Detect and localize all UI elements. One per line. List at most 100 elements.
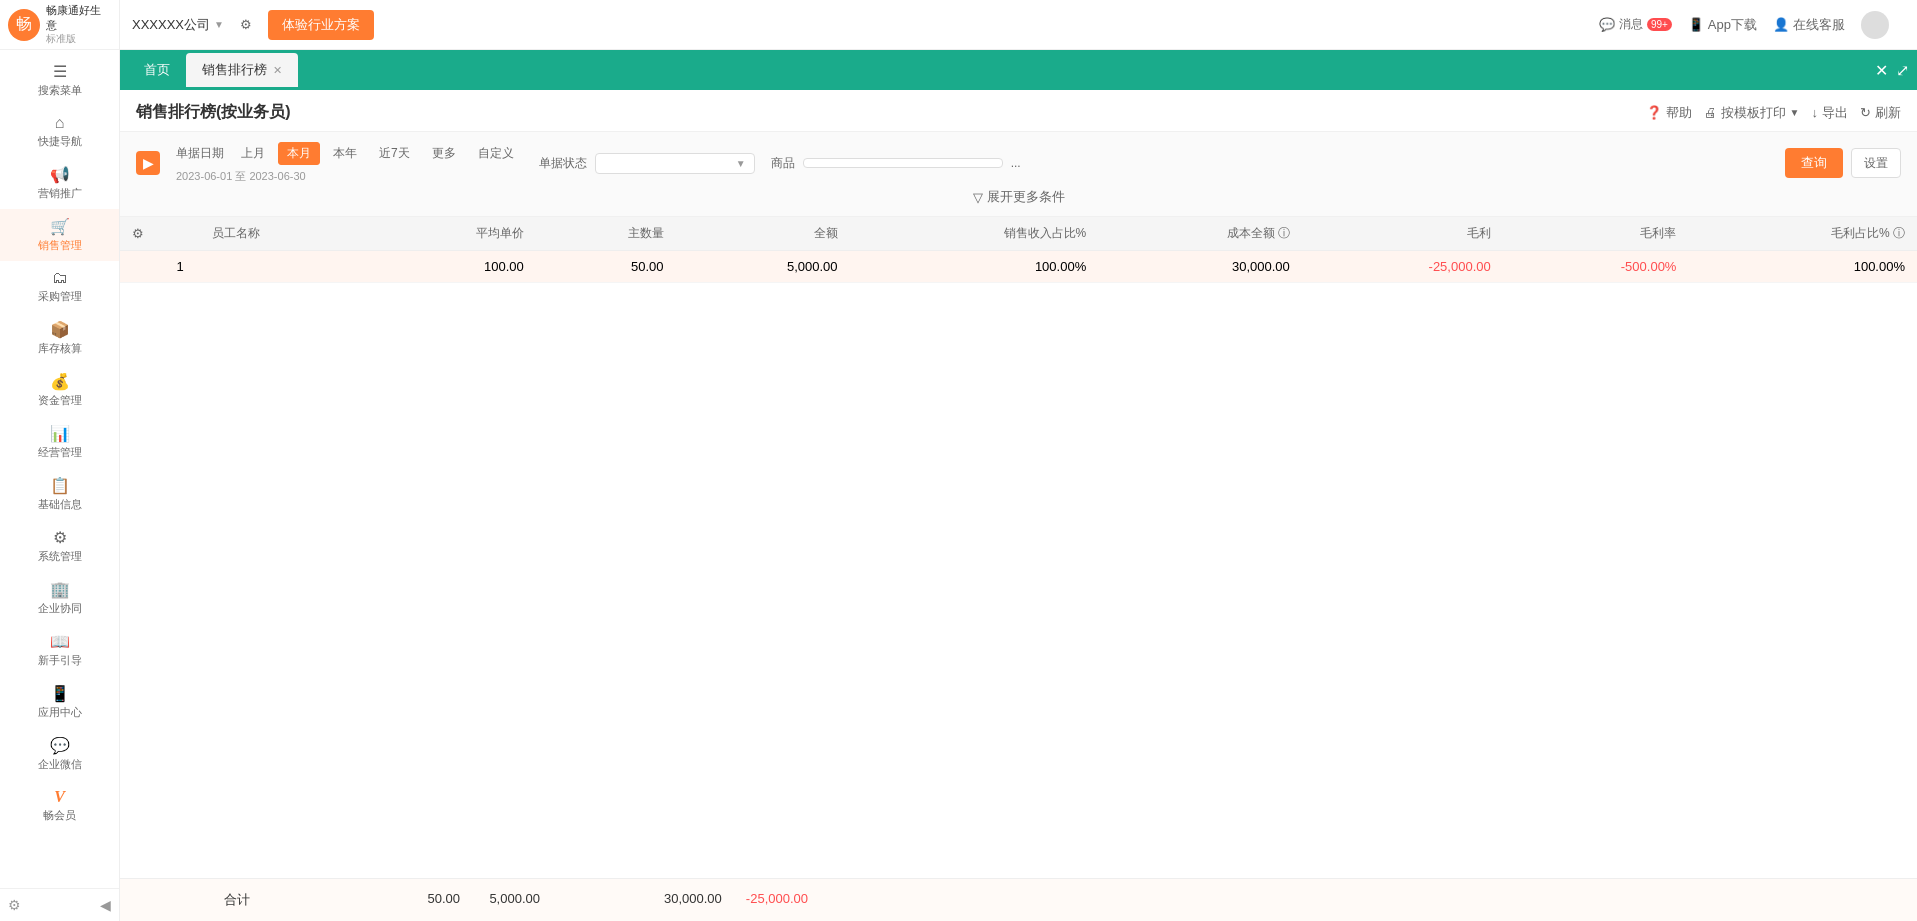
logo-line2: 标准版 [46, 32, 111, 46]
sidebar-item-member[interactable]: V 畅会员 [0, 780, 119, 831]
company-selector[interactable]: XXXXXX公司 ▼ [132, 16, 224, 34]
status-label: 单据状态 [539, 155, 587, 172]
online-service-label: 在线客服 [1793, 16, 1845, 34]
sidebar-item-quick-nav[interactable]: ⌂ 快捷导航 [0, 106, 119, 157]
app-download-label: App下载 [1708, 16, 1757, 34]
page-header: 销售排行榜(按业务员) ❓ 帮助 🖨 按模板打印 ▼ ↓ 导出 [120, 90, 1917, 132]
cell-main-qty: 50.00 [536, 251, 676, 283]
refresh-label: 刷新 [1875, 104, 1901, 122]
goods-input[interactable] [803, 158, 1003, 168]
settings-gear-icon: ⚙ [240, 17, 252, 32]
col-avg-price: 平均单价 [368, 217, 536, 251]
help-label: 帮助 [1666, 104, 1692, 122]
experience-button[interactable]: 体验行业方案 [268, 10, 374, 40]
table-area: ⚙ 员工名称 平均单价 主数量 全额 销售收入占比% 成本全额 ⓘ 毛利 毛利率… [120, 217, 1917, 878]
sidebar-nav: ☰ 搜索菜单 ⌂ 快捷导航 📢 营销推广 🛒 销售管理 🗂 采购管理 📦 库存核… [0, 50, 119, 888]
date-btn-last-month[interactable]: 上月 [232, 142, 274, 165]
help-btn[interactable]: ❓ 帮助 [1646, 104, 1692, 122]
sidebar-item-guide[interactable]: 📖 新手引导 [0, 624, 119, 676]
tab-close-icon[interactable]: ✕ [273, 65, 282, 76]
logo-icon: 畅 [8, 9, 40, 41]
date-btn-last-7days[interactable]: 近7天 [370, 142, 419, 165]
company-chevron-icon: ▼ [214, 19, 224, 30]
sidebar-item-base-info[interactable]: 📋 基础信息 [0, 468, 119, 520]
date-btn-this-month[interactable]: 本月 [278, 142, 320, 165]
export-btn[interactable]: ↓ 导出 [1812, 104, 1849, 122]
col-cost: 成本全额 ⓘ [1098, 217, 1302, 251]
sidebar-collapse-icon[interactable]: ◀ [100, 897, 111, 913]
app-download-group[interactable]: 📱 App下载 [1688, 16, 1757, 34]
settings-icon[interactable]: ⚙ [132, 226, 144, 241]
purchase-icon: 🗂 [52, 269, 68, 287]
marketing-icon: 📢 [50, 165, 70, 184]
header-settings-btn[interactable]: ⚙ [232, 11, 260, 39]
cell-settings [120, 251, 160, 283]
wechat-icon: 💬 [50, 736, 70, 755]
tab-close-all-icon[interactable]: ✕ [1875, 61, 1888, 80]
template-print-btn[interactable]: 🖨 按模板打印 ▼ [1704, 104, 1800, 122]
date-btn-this-year[interactable]: 本年 [324, 142, 366, 165]
table-header-row: ⚙ 员工名称 平均单价 主数量 全额 销售收入占比% 成本全额 ⓘ 毛利 毛利率… [120, 217, 1917, 251]
col-amount: 全额 [676, 217, 850, 251]
cell-gross-rate: -500.00% [1503, 251, 1689, 283]
help-icon: ❓ [1646, 105, 1662, 120]
cell-gross-ratio: 100.00% [1688, 251, 1917, 283]
date-quick-btns: 上月 本月 本年 近7天 更多 自定义 [232, 142, 523, 165]
query-button[interactable]: 查询 [1785, 148, 1843, 178]
system-icon: ⚙ [53, 528, 67, 547]
finance-icon: 💰 [50, 372, 70, 391]
footer-main-qty: 50.00 [392, 887, 472, 913]
cell-amount: 5,000.00 [676, 251, 850, 283]
footer-settings-spacer [132, 887, 172, 913]
service-icon: 👤 [1773, 17, 1789, 32]
cell-avg-price: 100.00 [368, 251, 536, 283]
bottom-settings-icon[interactable]: ⚙ [8, 897, 21, 913]
sidebar-item-enterprise[interactable]: 🏢 企业协同 [0, 572, 119, 624]
print-icon: 🖨 [1704, 105, 1717, 120]
refresh-icon: ↻ [1860, 105, 1871, 120]
sidebar-item-finance[interactable]: 💰 资金管理 [0, 364, 119, 416]
col-rank [160, 217, 200, 251]
col-settings[interactable]: ⚙ [120, 217, 160, 251]
sidebar: 畅 畅康通好生意 标准版 ☰ 搜索菜单 ⌂ 快捷导航 📢 营销推广 🛒 销售管理… [0, 0, 120, 921]
content-area: 销售排行榜(按业务员) ❓ 帮助 🖨 按模板打印 ▼ ↓ 导出 [120, 90, 1917, 921]
sidebar-item-operations[interactable]: 📊 经营管理 [0, 416, 119, 468]
date-filter-row: 单据日期 上月 本月 本年 近7天 更多 自定义 [176, 142, 523, 165]
tab-sales-ranking[interactable]: 销售排行榜 ✕ [186, 53, 298, 87]
col-gross-rate: 毛利率 [1503, 217, 1689, 251]
search-orders-icon: ☰ [53, 62, 67, 81]
status-select[interactable]: ▼ [595, 153, 755, 174]
status-chevron-icon: ▼ [736, 158, 746, 169]
expand-more-btn[interactable]: ▽ 展开更多条件 [973, 188, 1065, 206]
expand-icon: ▽ [973, 190, 983, 205]
tabs-bar: 首页 销售排行榜 ✕ ✕ ⤢ [120, 50, 1917, 90]
footer-gross: -25,000.00 [734, 887, 820, 913]
sidebar-item-purchase[interactable]: 🗂 采购管理 [0, 261, 119, 312]
expand-label: 展开更多条件 [987, 188, 1065, 206]
more-filter-btn[interactable]: ... [1011, 156, 1021, 170]
sidebar-item-sales[interactable]: 🛒 销售管理 [0, 209, 119, 261]
filter-expand-btn[interactable]: ▶ [136, 151, 160, 175]
online-service-group[interactable]: 👤 在线客服 [1773, 16, 1845, 34]
sidebar-item-wechat[interactable]: 💬 企业微信 [0, 728, 119, 780]
message-group[interactable]: 💬 消息 99+ [1599, 16, 1672, 33]
footer-avg-price-spacer [312, 887, 392, 913]
date-range-text: 2023-06-01 至 2023-06-30 [176, 169, 523, 184]
sidebar-item-search-orders[interactable]: ☰ 搜索菜单 [0, 54, 119, 106]
enterprise-icon: 🏢 [50, 580, 70, 599]
guide-icon: 📖 [50, 632, 70, 651]
sidebar-item-apps[interactable]: 📱 应用中心 [0, 676, 119, 728]
sidebar-item-marketing[interactable]: 📢 营销推广 [0, 157, 119, 209]
settings-button[interactable]: 设置 [1851, 148, 1901, 178]
table-row[interactable]: 1 100.00 50.00 5,000.00 100.00% 30,000.0… [120, 251, 1917, 283]
sidebar-item-system[interactable]: ⚙ 系统管理 [0, 520, 119, 572]
sidebar-item-inventory[interactable]: 📦 库存核算 [0, 312, 119, 364]
logo-text: 畅康通好生意 标准版 [46, 3, 111, 46]
tab-expand-icon[interactable]: ⤢ [1896, 61, 1909, 80]
filter-action-btns: 查询 设置 [1785, 148, 1901, 178]
tab-home[interactable]: 首页 [128, 53, 186, 87]
date-btn-more[interactable]: 更多 [423, 142, 465, 165]
date-btn-custom[interactable]: 自定义 [469, 142, 523, 165]
refresh-btn[interactable]: ↻ 刷新 [1860, 104, 1901, 122]
avatar[interactable] [1861, 11, 1889, 39]
